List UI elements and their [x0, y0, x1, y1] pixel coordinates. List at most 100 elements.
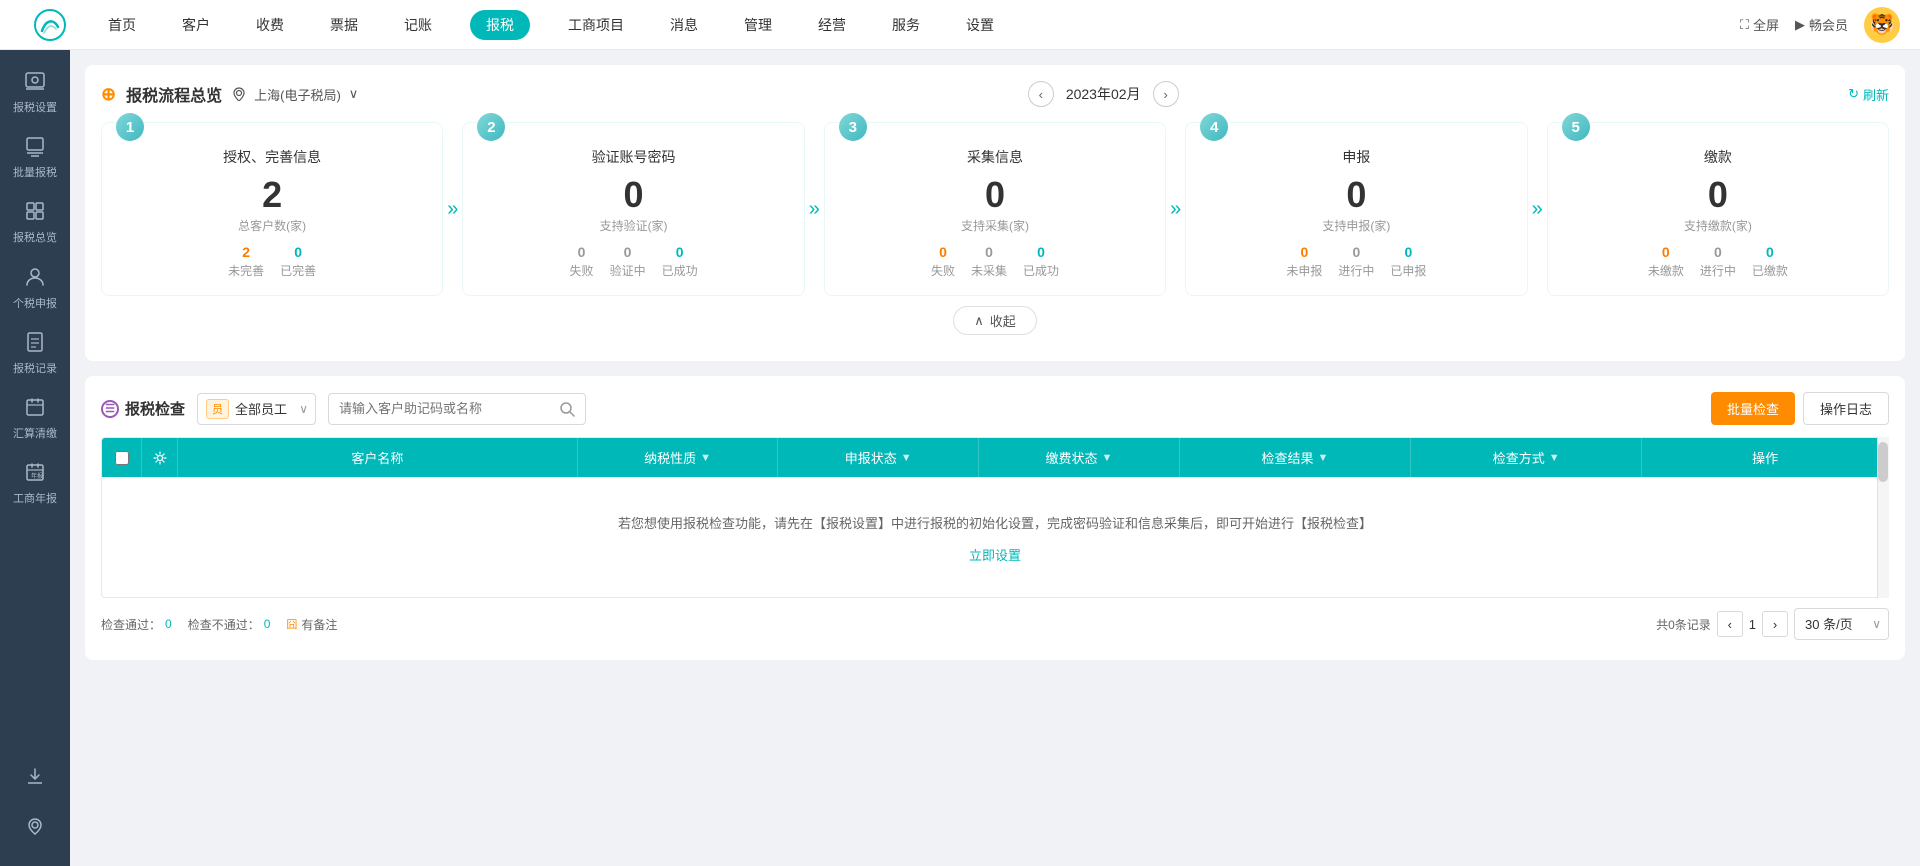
avatar[interactable]: 🐯 [1864, 7, 1900, 43]
sidebar-bottom [20, 756, 50, 866]
tax-check-card: ☰ 报税检查 员 全部员工 ∨ [85, 376, 1905, 660]
sidebar-item-tax-records[interactable]: 报税记录 [0, 321, 70, 386]
refresh-btn[interactable]: ↻ 刷新 [1848, 85, 1889, 104]
sidebar-item-batch-tax[interactable]: 批量报税 [0, 125, 70, 190]
employee-filter-text: 全部员工 [235, 399, 287, 418]
page-next-btn[interactable]: › [1762, 611, 1788, 637]
arrow-3: » [1166, 122, 1185, 296]
step-1-stat-0-num: 2 [228, 244, 264, 260]
search-input[interactable] [329, 396, 549, 421]
sidebar-item-personal-tax[interactable]: 个税申报 [0, 256, 70, 321]
th-customer-name: 客户名称 [178, 438, 578, 477]
sidebar-item-annual-report[interactable]: 年报 工商年报 [0, 451, 70, 516]
date-prev-btn[interactable]: ‹ [1028, 81, 1054, 107]
nav-menu: 首页 客户 收费 票据 记账 报税 工商项目 消息 管理 经营 服务 设置 [100, 10, 1740, 40]
sidebar-item-tax-overview[interactable]: 报税总览 [0, 190, 70, 255]
sidebar-item-settlement[interactable]: 汇算清缴 [0, 386, 70, 451]
nav-operation[interactable]: 经营 [810, 10, 854, 40]
setup-link-wrap: 立即设置 [969, 545, 1021, 564]
select-all-checkbox[interactable] [115, 451, 129, 465]
tax-check-title: ☰ 报税检查 [101, 398, 185, 419]
step-5-badge: 5 [1562, 113, 1590, 141]
th-declare-label: 申报状态 [845, 448, 897, 467]
result-filter-icon[interactable]: ▼ [1317, 452, 1328, 464]
step-4-stat-1: 0 进行中 [1338, 244, 1374, 279]
step-5-stats: 0 未缴款 0 进行中 0 已缴款 [1564, 244, 1872, 279]
process-steps: 1 授权、完善信息 2 总客户数(家) 2 未完善 0 已完善 [101, 122, 1889, 296]
logo[interactable] [20, 9, 80, 41]
sidebar-label-batch-tax: 批量报税 [13, 167, 57, 180]
batch-check-btn[interactable]: 批量检查 [1711, 392, 1795, 425]
tax-records-icon [24, 331, 46, 359]
action-buttons: 批量检查 操作日志 [1711, 392, 1889, 425]
nav-accounting[interactable]: 记账 [396, 10, 440, 40]
nav-service[interactable]: 服务 [884, 10, 928, 40]
nav-manage[interactable]: 管理 [736, 10, 780, 40]
nav-tax[interactable]: 报税 [470, 10, 530, 40]
method-filter-icon[interactable]: ▼ [1549, 452, 1560, 464]
th-declare-status: 申报状态 ▼ [778, 438, 979, 477]
location-selector[interactable]: 上海(电子税局) ∨ [232, 85, 358, 104]
step-3-stat-1: 0 未采集 [971, 244, 1007, 279]
fullscreen-btn[interactable]: ⛶ 全屏 [1740, 15, 1779, 34]
date-next-btn[interactable]: › [1153, 81, 1179, 107]
empty-message: 若您想使用报税检查功能，请先在【报税设置】中进行报税的初始化设置，完成密码验证和… [618, 511, 1372, 537]
nav-home[interactable]: 首页 [100, 10, 144, 40]
th-gear [142, 438, 178, 477]
step-1-badge: 1 [116, 113, 144, 141]
step-5-stat-2-lbl: 已缴款 [1752, 262, 1788, 279]
operation-log-btn[interactable]: 操作日志 [1803, 392, 1889, 425]
step-1-title: 授权、完善信息 [118, 147, 426, 167]
tax-settings-icon [24, 70, 46, 98]
sidebar-item-tax-settings[interactable]: 报税设置 [0, 60, 70, 125]
step-3-stat-2: 0 已成功 [1023, 244, 1059, 279]
step-2-stat-1-lbl: 验证中 [610, 262, 646, 279]
sidebar-label-tax-settings: 报税设置 [13, 102, 57, 115]
footer-pass-label: 检查通过： [101, 616, 161, 633]
search-button[interactable] [549, 401, 585, 417]
setup-link[interactable]: 立即设置 [969, 548, 1021, 563]
nav-message[interactable]: 消息 [662, 10, 706, 40]
step-1: 1 授权、完善信息 2 总客户数(家) 2 未完善 0 已完善 [101, 122, 443, 296]
step-3: 3 采集信息 0 支持采集(家) 0 失败 0 未采集 [824, 122, 1166, 296]
step-3-stat-1-lbl: 未采集 [971, 262, 1007, 279]
footer-pass-count[interactable]: 0 [165, 617, 172, 631]
page-size-wrap: 30 条/页 50 条/页 100 条/页 ∨ [1794, 608, 1889, 640]
step-4-stats: 0 未申报 0 进行中 0 已申报 [1202, 244, 1510, 279]
declare-filter-icon[interactable]: ▼ [901, 452, 912, 464]
step-5-stat-2: 0 已缴款 [1752, 244, 1788, 279]
tax-filter-icon[interactable]: ▼ [700, 452, 711, 464]
nav-customer[interactable]: 客户 [174, 10, 218, 40]
double-arrow-icon-2: » [809, 198, 820, 221]
sidebar-location[interactable] [20, 806, 50, 846]
nav-business[interactable]: 工商项目 [560, 10, 632, 40]
settlement-icon [24, 396, 46, 424]
nav-fee[interactable]: 收费 [248, 10, 292, 40]
scrollbar[interactable] [1877, 437, 1889, 598]
refresh-label: 刷新 [1863, 85, 1889, 104]
th-method-label: 检查方式 [1493, 448, 1545, 467]
vip-btn[interactable]: ▶ 畅会员 [1795, 15, 1848, 34]
step-2-stat-0-num: 0 [570, 244, 594, 260]
th-tax-nature: 纳税性质 ▼ [578, 438, 779, 477]
collapse-btn[interactable]: ∧ 收起 [953, 306, 1037, 335]
th-operation: 操作 [1642, 438, 1888, 477]
nav-invoice[interactable]: 票据 [322, 10, 366, 40]
double-arrow-icon-1: » [447, 198, 458, 221]
nav-settings[interactable]: 设置 [958, 10, 1002, 40]
th-pay-status: 缴费状态 ▼ [979, 438, 1180, 477]
page-prev-btn[interactable]: ‹ [1717, 611, 1743, 637]
step-5-stat-1: 0 进行中 [1700, 244, 1736, 279]
collapse-row: ∧ 收起 [101, 296, 1889, 345]
sidebar-download[interactable] [20, 756, 50, 796]
step-5-stat-1-num: 0 [1700, 244, 1736, 260]
step-3-stat-0-lbl: 失败 [931, 262, 955, 279]
footer-fail-count[interactable]: 0 [264, 617, 271, 631]
pay-filter-icon[interactable]: ▼ [1101, 452, 1112, 464]
step-3-stat-2-lbl: 已成功 [1023, 262, 1059, 279]
arrow-1: » [443, 122, 462, 296]
footer-fail: 检查不通过： 0 [188, 616, 271, 633]
employee-filter[interactable]: 员 全部员工 [197, 393, 316, 425]
refresh-icon: ↻ [1848, 86, 1859, 102]
page-size-select[interactable]: 30 条/页 50 条/页 100 条/页 [1794, 608, 1889, 640]
